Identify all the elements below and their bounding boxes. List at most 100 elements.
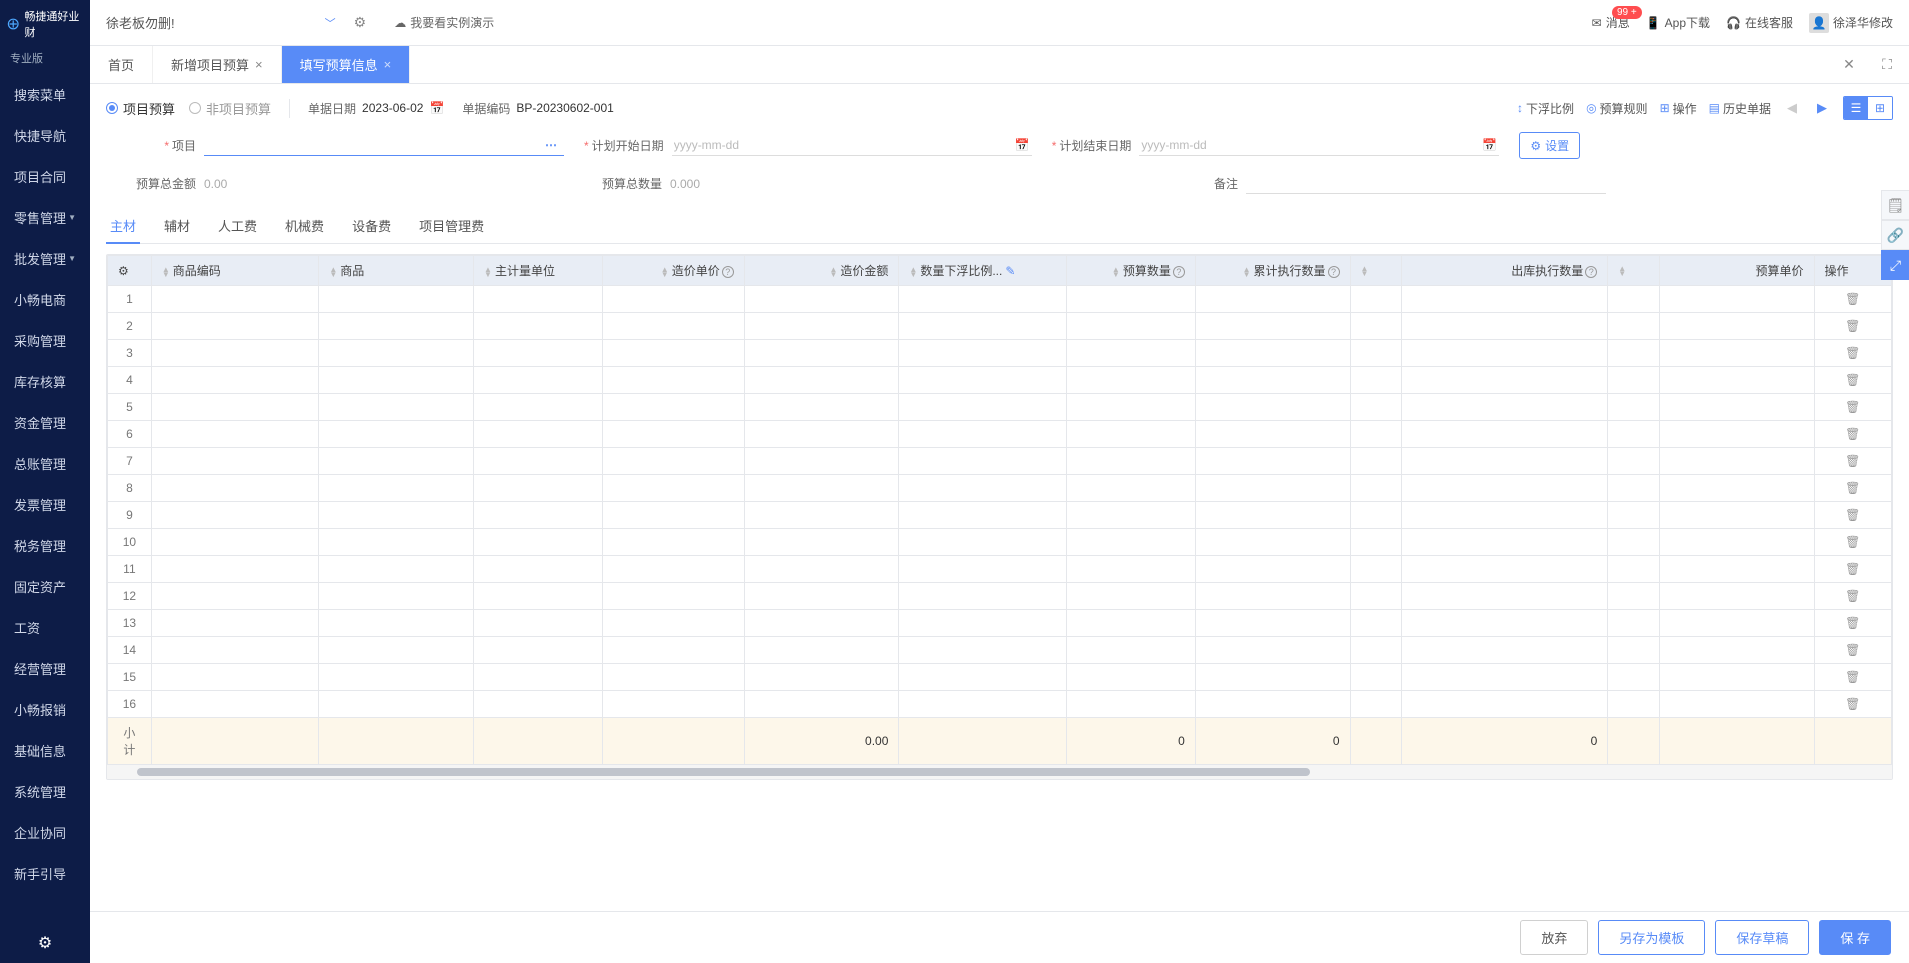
subtab-3[interactable]: 机械费 <box>281 210 328 243</box>
help-icon[interactable]: ? <box>1585 266 1597 278</box>
trash-icon[interactable]: 🗑 <box>1845 697 1860 711</box>
table-row[interactable]: 8🗑 <box>108 475 1892 502</box>
fullscreen-icon[interactable]: ⛶ <box>1873 51 1901 79</box>
table-row[interactable]: 12🗑 <box>108 583 1892 610</box>
horizontal-scrollbar[interactable] <box>107 765 1892 779</box>
pencil-icon[interactable]: ✎ <box>1005 264 1015 278</box>
view-list-button[interactable]: ☰ <box>1844 97 1868 119</box>
sidebar-item-10[interactable]: 发票管理 <box>0 484 90 525</box>
help-icon[interactable]: ? <box>722 266 734 278</box>
save-button[interactable]: 保 存 <box>1819 920 1891 955</box>
table-row[interactable]: 11🗑 <box>108 556 1892 583</box>
sidebar-item-13[interactable]: 工资 <box>0 607 90 648</box>
sidebar-item-16[interactable]: 基础信息 <box>0 730 90 771</box>
sort-icon[interactable]: ▲▼ <box>1112 267 1120 277</box>
bill-date-value[interactable]: 2023-06-02 <box>362 101 423 115</box>
subtab-5[interactable]: 项目管理费 <box>415 210 488 243</box>
table-row[interactable]: 6🗑 <box>108 421 1892 448</box>
org-selector[interactable]: 徐老板勿删! ﹀ ⚙ <box>106 13 366 32</box>
subtab-4[interactable]: 设备费 <box>348 210 395 243</box>
gear-icon[interactable]: ⚙ <box>354 14 367 31</box>
sidebar-item-12[interactable]: 固定资产 <box>0 566 90 607</box>
support-button[interactable]: 🎧 在线客服 <box>1726 14 1793 31</box>
float-attach-icon[interactable]: 🔗 <box>1881 220 1909 250</box>
trash-icon[interactable]: 🗑 <box>1845 670 1860 684</box>
history-link[interactable]: ▤历史单据 <box>1709 100 1771 117</box>
help-icon[interactable]: ? <box>1173 266 1185 278</box>
float-ratio-link[interactable]: ↕下浮比例 <box>1517 100 1574 117</box>
sort-icon[interactable]: ▲▼ <box>162 267 170 277</box>
user-menu[interactable]: 👤 徐泽华修改 <box>1809 13 1893 33</box>
trash-icon[interactable]: 🗑 <box>1845 508 1860 522</box>
demo-link[interactable]: ☁ 我要看实例演示 <box>394 14 494 31</box>
sidebar-item-6[interactable]: 采购管理 <box>0 320 90 361</box>
sidebar-item-5[interactable]: 小畅电商 <box>0 279 90 320</box>
operate-link[interactable]: ⊞操作 <box>1660 100 1697 117</box>
float-note-icon[interactable]: 🗒 <box>1881 190 1909 220</box>
sidebar-item-15[interactable]: 小畅报销 <box>0 689 90 730</box>
table-row[interactable]: 1🗑 <box>108 286 1892 313</box>
sort-icon[interactable]: ▲▼ <box>661 267 669 277</box>
view-grid-button[interactable]: ⊞ <box>1868 97 1892 119</box>
trash-icon[interactable]: 🗑 <box>1845 616 1860 630</box>
sidebar-settings-icon[interactable]: ⚙ <box>0 923 90 963</box>
app-download-button[interactable]: 📱 App下载 <box>1646 14 1710 31</box>
trash-icon[interactable]: 🗑 <box>1845 643 1860 657</box>
calendar-icon[interactable]: 📅 <box>1015 138 1030 152</box>
trash-icon[interactable]: 🗑 <box>1845 292 1860 306</box>
trash-icon[interactable]: 🗑 <box>1845 454 1860 468</box>
sort-icon[interactable]: ▲▼ <box>909 267 917 277</box>
trash-icon[interactable]: 🗑 <box>1845 373 1860 387</box>
sort-icon[interactable]: ▲▼ <box>1361 266 1369 276</box>
sidebar-item-1[interactable]: 快捷导航 <box>0 115 90 156</box>
tab-new-project-budget[interactable]: 新增项目预算 × <box>153 46 282 83</box>
sidebar-item-2[interactable]: 项目合同 <box>0 156 90 197</box>
calendar-icon[interactable]: 📅 <box>1482 138 1497 152</box>
sidebar-item-14[interactable]: 经营管理 <box>0 648 90 689</box>
abandon-button[interactable]: 放弃 <box>1520 920 1588 955</box>
tabbar-close-icon[interactable]: ✕ <box>1835 51 1863 79</box>
table-row[interactable]: 10🗑 <box>108 529 1892 556</box>
sidebar-item-3[interactable]: 零售管理▼ <box>0 197 90 238</box>
tab-fill-budget-info[interactable]: 填写预算信息 × <box>282 46 411 83</box>
tab-home[interactable]: 首页 <box>90 46 153 83</box>
scrollbar-thumb[interactable] <box>137 768 1310 776</box>
trash-icon[interactable]: 🗑 <box>1845 319 1860 333</box>
table-row[interactable]: 16🗑 <box>108 691 1892 718</box>
radio-project-budget[interactable]: 项目预算 <box>106 99 175 118</box>
close-icon[interactable]: × <box>384 57 392 72</box>
sidebar-item-0[interactable]: 搜索菜单 <box>0 74 90 115</box>
budget-rule-link[interactable]: ◎预算规则 <box>1586 100 1648 117</box>
save-template-button[interactable]: 另存为模板 <box>1598 920 1705 955</box>
radio-non-project-budget[interactable]: 非项目预算 <box>189 99 271 118</box>
sidebar-item-17[interactable]: 系统管理 <box>0 771 90 812</box>
plan-end-input[interactable] <box>1141 138 1482 152</box>
subtab-0[interactable]: 主材 <box>106 210 140 243</box>
table-row[interactable]: 2🗑 <box>108 313 1892 340</box>
trash-icon[interactable]: 🗑 <box>1845 535 1860 549</box>
sort-icon[interactable]: ▲▼ <box>329 267 337 277</box>
close-icon[interactable]: × <box>255 57 263 72</box>
sidebar-item-18[interactable]: 企业协同 <box>0 812 90 853</box>
sort-icon[interactable]: ▲▼ <box>829 267 837 277</box>
trash-icon[interactable]: 🗑 <box>1845 562 1860 576</box>
trash-icon[interactable]: 🗑 <box>1845 427 1860 441</box>
table-settings-header[interactable]: ⚙ <box>108 256 152 286</box>
help-icon[interactable]: ? <box>1328 266 1340 278</box>
sort-icon[interactable]: ▲▼ <box>484 267 492 277</box>
trash-icon[interactable]: 🗑 <box>1845 346 1860 360</box>
sidebar-item-19[interactable]: 新手引导 <box>0 853 90 894</box>
float-expand-icon[interactable]: ⤢ <box>1881 250 1909 280</box>
remark-input[interactable] <box>1248 176 1604 190</box>
sort-icon[interactable]: ▲▼ <box>1618 266 1626 276</box>
table-row[interactable]: 14🗑 <box>108 637 1892 664</box>
project-input[interactable] <box>206 138 541 152</box>
subtab-2[interactable]: 人工费 <box>214 210 261 243</box>
table-row[interactable]: 5🗑 <box>108 394 1892 421</box>
table-row[interactable]: 13🗑 <box>108 610 1892 637</box>
settings-button[interactable]: ⚙ 设置 <box>1519 132 1580 159</box>
table-row[interactable]: 3🗑 <box>108 340 1892 367</box>
table-row[interactable]: 15🗑 <box>108 664 1892 691</box>
save-draft-button[interactable]: 保存草稿 <box>1715 920 1809 955</box>
calendar-icon[interactable]: 📅 <box>429 101 444 115</box>
